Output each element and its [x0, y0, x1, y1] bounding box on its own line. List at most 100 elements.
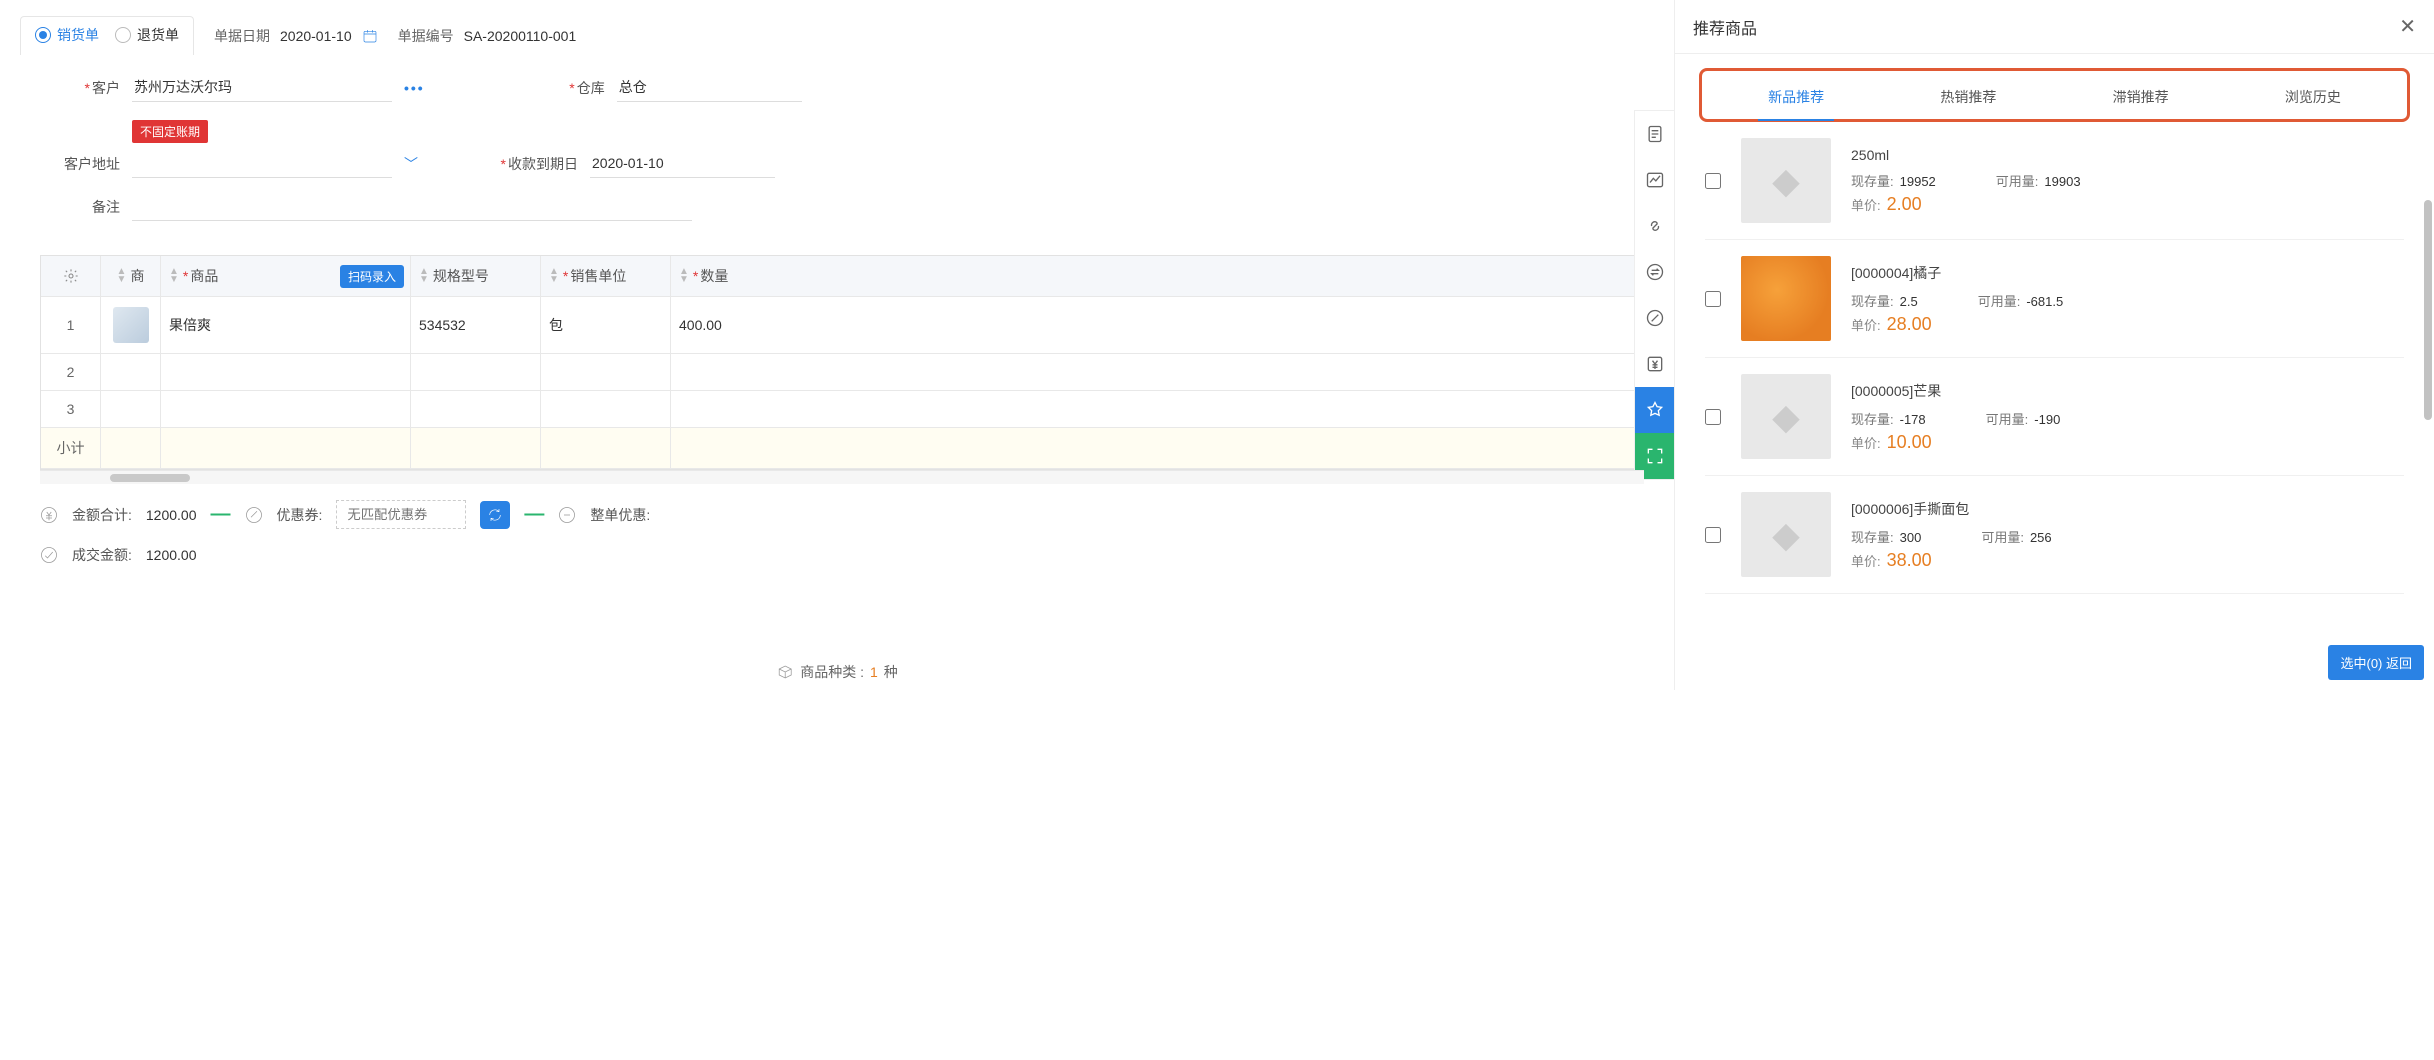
warehouse-label: *仓库 [525, 78, 605, 98]
rec-stock: 现存量:19952 [1851, 171, 1936, 190]
sort-icon: ▲▼ [679, 268, 689, 284]
address-input[interactable] [132, 149, 392, 178]
due-date-input[interactable] [590, 149, 775, 178]
rec-checkbox[interactable] [1705, 173, 1721, 189]
rec-thumb: ◆ [1741, 374, 1831, 459]
col-image[interactable]: ▲▼商 [101, 256, 161, 296]
coupon-icon [245, 506, 263, 524]
rec-thumb: ◆ [1741, 138, 1831, 223]
row-unit[interactable] [541, 354, 671, 390]
rec-name: [0000006]手撕面包 [1851, 499, 2404, 519]
tool-swap-icon[interactable] [1635, 249, 1674, 295]
order-type-tabs: 销货单 退货单 [20, 16, 194, 55]
rec-checkbox[interactable] [1705, 291, 1721, 307]
rec-thumb: ◆ [1741, 492, 1831, 577]
rec-checkbox[interactable] [1705, 409, 1721, 425]
calendar-icon[interactable] [362, 28, 378, 44]
tab-return-label: 退货单 [137, 25, 179, 45]
rec-price: 10.00 [1887, 432, 1932, 452]
row-qty[interactable] [671, 354, 751, 390]
rec-item[interactable]: ◆[0000005]芒果现存量:-178可用量:-190单价:10.00 [1705, 358, 2404, 476]
customer-input[interactable] [132, 73, 392, 102]
items-grid: ▲▼商 ▲▼*商品扫码录入 ▲▼规格型号 ▲▼*销售单位 ▲▼*数量 1 果倍爽5… [40, 255, 1644, 470]
remark-label: 备注 [40, 197, 120, 217]
col-product[interactable]: ▲▼*商品扫码录入 [161, 256, 411, 296]
rec-item[interactable]: [0000004]橘子现存量:2.5可用量:-681.5单价:28.00 [1705, 240, 2404, 358]
rec-scrollbar-thumb[interactable] [2424, 200, 2432, 420]
row-spec[interactable] [411, 391, 541, 427]
doc-date-value[interactable]: 2020-01-10 [280, 28, 352, 44]
tab-return[interactable]: 退货单 [115, 25, 179, 45]
rec-avail: 可用量:19903 [1996, 171, 2081, 190]
gear-icon [63, 268, 79, 284]
table-row[interactable]: 1 果倍爽534532包400.00 [41, 297, 1643, 354]
row-spec[interactable]: 534532 [411, 297, 541, 353]
customer-tag: 不固定账期 [132, 120, 208, 143]
row-spec[interactable] [411, 354, 541, 390]
radio-dot-icon [115, 27, 131, 43]
rec-item[interactable]: ◆250ml现存量:19952可用量:19903单价:2.00 [1705, 122, 2404, 240]
amount-label: 金额合计: [72, 505, 132, 525]
deal-label: 成交金额: [72, 545, 132, 565]
rec-price-label: 单价: [1851, 318, 1881, 333]
rec-item[interactable]: ◆[0000006]手撕面包现存量:300可用量:256单价:38.00 [1705, 476, 2404, 594]
col-settings[interactable] [41, 256, 101, 296]
col-qty[interactable]: ▲▼*数量 [671, 256, 751, 296]
scrollbar-thumb[interactable] [110, 474, 190, 482]
row-unit[interactable] [541, 391, 671, 427]
rec-tab-slow[interactable]: 滞销推荐 [2093, 77, 2189, 119]
col-unit[interactable]: ▲▼*销售单位 [541, 256, 671, 296]
tab-sales[interactable]: 销货单 [35, 25, 99, 45]
subtotal-label: 小计 [41, 428, 101, 468]
rec-tab-new[interactable]: 新品推荐 [1748, 77, 1844, 119]
rec-checkbox[interactable] [1705, 527, 1721, 543]
rec-stock: 现存量:-178 [1851, 409, 1926, 428]
table-row[interactable]: 2 [41, 354, 1643, 391]
rec-tab-hot[interactable]: 热销推荐 [1920, 77, 2016, 119]
chevron-down-icon[interactable]: ﹀ [404, 154, 418, 174]
rec-price: 28.00 [1887, 314, 1932, 334]
row-qty[interactable] [671, 391, 751, 427]
amount-value: 1200.00 [146, 507, 197, 523]
coupon-input[interactable] [336, 500, 466, 529]
row-product[interactable] [161, 354, 411, 390]
table-row[interactable]: 3 [41, 391, 1643, 428]
rec-price-label: 单价: [1851, 198, 1881, 213]
tool-discount-icon[interactable] [1635, 295, 1674, 341]
remark-input[interactable] [132, 192, 692, 221]
tool-doc-icon[interactable] [1635, 111, 1674, 157]
row-qty[interactable]: 400.00 [671, 297, 751, 353]
row-index: 1 [41, 297, 101, 353]
doc-date-label: 单据日期 [214, 26, 270, 46]
close-icon[interactable]: ✕ [2399, 14, 2416, 39]
product-thumb-icon [113, 307, 149, 343]
col-spec[interactable]: ▲▼规格型号 [411, 256, 541, 296]
rec-stock: 现存量:2.5 [1851, 291, 1918, 310]
rec-tab-history[interactable]: 浏览历史 [2265, 77, 2361, 119]
customer-more-icon[interactable]: ••• [404, 80, 425, 96]
sort-icon: ▲▼ [419, 268, 429, 284]
tool-currency-icon[interactable] [1635, 341, 1674, 387]
row-index: 3 [41, 391, 101, 427]
row-unit[interactable]: 包 [541, 297, 671, 353]
row-product[interactable]: 果倍爽 [161, 297, 411, 353]
rec-name: [0000005]芒果 [1851, 381, 2404, 401]
rec-price: 38.00 [1887, 550, 1932, 570]
rec-avail: 可用量:-190 [1986, 409, 2061, 428]
row-thumb [101, 354, 161, 390]
tool-star-icon[interactable] [1635, 387, 1674, 433]
rec-avail: 可用量:-681.5 [1978, 291, 2064, 310]
select-return-button[interactable]: 选中(0) 返回 [2328, 645, 2424, 680]
doc-no-value: SA-20200110-001 [464, 28, 577, 44]
currency-icon [40, 506, 58, 524]
deal-icon [40, 546, 58, 564]
grid-scrollbar[interactable] [40, 470, 1644, 484]
row-thumb [101, 297, 161, 353]
rec-list[interactable]: ◆250ml现存量:19952可用量:19903单价:2.00[0000004]… [1675, 122, 2434, 690]
tool-link-icon[interactable] [1635, 203, 1674, 249]
scan-input-button[interactable]: 扫码录入 [340, 265, 404, 288]
refresh-button[interactable] [480, 501, 510, 529]
tool-chart-icon[interactable] [1635, 157, 1674, 203]
warehouse-input[interactable] [617, 73, 802, 102]
row-product[interactable] [161, 391, 411, 427]
